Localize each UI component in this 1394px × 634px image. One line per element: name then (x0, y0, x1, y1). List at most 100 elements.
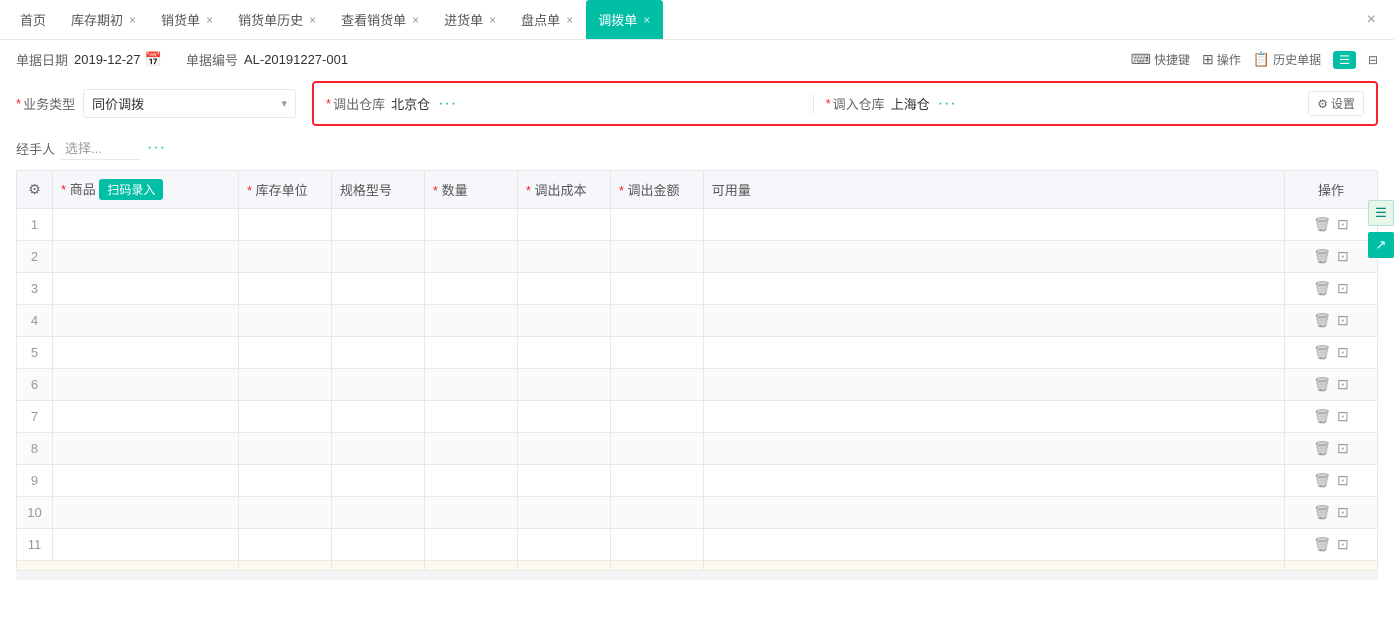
layout-list-btn[interactable]: ☰ (1333, 51, 1356, 69)
copy-icon-9[interactable]: ⊡ (1337, 472, 1349, 489)
row-4-qty[interactable] (424, 305, 517, 337)
delete-icon-6[interactable]: 🗑 (1313, 376, 1331, 393)
tab-home[interactable]: 首页 (8, 0, 59, 39)
delete-icon-7[interactable]: 🗑 (1313, 408, 1331, 425)
row-11-available[interactable] (703, 529, 1284, 561)
row-10-spec[interactable] (331, 497, 424, 529)
tab-inventory-init[interactable]: 库存期初 × (59, 0, 149, 39)
row-8-unit[interactable] (238, 433, 331, 465)
row-11-unit[interactable] (238, 529, 331, 561)
row-1-cost[interactable] (517, 209, 610, 241)
in-warehouse-dots[interactable]: ··· (938, 95, 957, 113)
horizontal-scrollbar[interactable] (16, 570, 1378, 580)
row-5-available[interactable] (703, 337, 1284, 369)
row-7-cost[interactable] (517, 401, 610, 433)
delete-icon-8[interactable]: 🗑 (1313, 440, 1331, 457)
tab-stocktake[interactable]: 盘点单 × (509, 0, 586, 39)
row-10-available[interactable] (703, 497, 1284, 529)
row-9-amount[interactable] (610, 465, 703, 497)
row-4-available[interactable] (703, 305, 1284, 337)
shortcut-btn[interactable]: ⌨ 快捷键 (1131, 51, 1190, 68)
row-4-product[interactable] (53, 305, 239, 337)
operation-btn[interactable]: ⊞ 操作 (1202, 51, 1241, 68)
row-6-available[interactable] (703, 369, 1284, 401)
row-2-cost[interactable] (517, 241, 610, 273)
row-11-cost[interactable] (517, 529, 610, 561)
row-10-cost[interactable] (517, 497, 610, 529)
row-3-spec[interactable] (331, 273, 424, 305)
row-6-spec[interactable] (331, 369, 424, 401)
row-4-spec[interactable] (331, 305, 424, 337)
row-2-unit[interactable] (238, 241, 331, 273)
delete-icon-3[interactable]: 🗑 (1313, 280, 1331, 297)
delete-icon-9[interactable]: 🗑 (1313, 472, 1331, 489)
tab-purchase[interactable]: 进货单 × (432, 0, 509, 39)
tab-sales-history[interactable]: 销货单历史 × (226, 0, 329, 39)
row-1-qty[interactable] (424, 209, 517, 241)
person-select[interactable]: 选择... (61, 136, 141, 160)
row-4-amount[interactable] (610, 305, 703, 337)
row-1-product[interactable] (53, 209, 239, 241)
copy-icon-10[interactable]: ⊡ (1337, 504, 1349, 521)
row-1-amount[interactable] (610, 209, 703, 241)
row-10-unit[interactable] (238, 497, 331, 529)
row-10-amount[interactable] (610, 497, 703, 529)
tab-inventory-init-close[interactable]: × (129, 13, 136, 27)
row-8-spec[interactable] (331, 433, 424, 465)
delete-icon-2[interactable]: 🗑 (1313, 248, 1331, 265)
tab-sales-history-close[interactable]: × (309, 13, 316, 27)
copy-icon-3[interactable]: ⊡ (1337, 280, 1349, 297)
copy-icon-4[interactable]: ⊡ (1337, 312, 1349, 329)
delete-icon-11[interactable]: 🗑 (1313, 536, 1331, 553)
business-type-select[interactable]: 同价调拨 ▾ (83, 89, 296, 118)
row-5-cost[interactable] (517, 337, 610, 369)
row-9-qty[interactable] (424, 465, 517, 497)
row-8-cost[interactable] (517, 433, 610, 465)
row-10-product[interactable] (53, 497, 239, 529)
row-6-amount[interactable] (610, 369, 703, 401)
copy-icon-6[interactable]: ⊡ (1337, 376, 1349, 393)
row-3-available[interactable] (703, 273, 1284, 305)
row-2-product[interactable] (53, 241, 239, 273)
row-8-amount[interactable] (610, 433, 703, 465)
tab-sales-order-close[interactable]: × (206, 13, 213, 27)
row-5-unit[interactable] (238, 337, 331, 369)
copy-icon-11[interactable]: ⊡ (1337, 536, 1349, 553)
row-9-spec[interactable] (331, 465, 424, 497)
delete-icon-5[interactable]: 🗑 (1313, 344, 1331, 361)
delete-icon-1[interactable]: 🗑 (1313, 216, 1331, 233)
copy-icon-5[interactable]: ⊡ (1337, 344, 1349, 361)
table-gear-icon[interactable]: ⚙ (28, 181, 41, 197)
copy-icon-8[interactable]: ⊡ (1337, 440, 1349, 457)
row-1-unit[interactable] (238, 209, 331, 241)
row-6-qty[interactable] (424, 369, 517, 401)
layout-grid-btn[interactable]: ⊟ (1368, 53, 1378, 67)
row-3-qty[interactable] (424, 273, 517, 305)
row-3-amount[interactable] (610, 273, 703, 305)
row-7-qty[interactable] (424, 401, 517, 433)
delete-icon-4[interactable]: 🗑 (1313, 312, 1331, 329)
tab-stocktake-close[interactable]: × (566, 13, 573, 27)
row-2-spec[interactable] (331, 241, 424, 273)
tab-view-sales-close[interactable]: × (412, 13, 419, 27)
row-7-product[interactable] (53, 401, 239, 433)
row-9-available[interactable] (703, 465, 1284, 497)
row-3-cost[interactable] (517, 273, 610, 305)
row-11-spec[interactable] (331, 529, 424, 561)
row-4-cost[interactable] (517, 305, 610, 337)
tab-purchase-close[interactable]: × (489, 13, 496, 27)
row-9-product[interactable] (53, 465, 239, 497)
person-more-btn[interactable]: ··· (147, 139, 166, 157)
row-2-qty[interactable] (424, 241, 517, 273)
row-8-qty[interactable] (424, 433, 517, 465)
row-5-qty[interactable] (424, 337, 517, 369)
row-6-cost[interactable] (517, 369, 610, 401)
delete-icon-10[interactable]: 🗑 (1313, 504, 1331, 521)
row-11-product[interactable] (53, 529, 239, 561)
row-8-available[interactable] (703, 433, 1284, 465)
row-3-product[interactable] (53, 273, 239, 305)
scan-button[interactable]: 扫码录入 (99, 179, 163, 200)
row-10-qty[interactable] (424, 497, 517, 529)
row-2-available[interactable] (703, 241, 1284, 273)
row-11-amount[interactable] (610, 529, 703, 561)
